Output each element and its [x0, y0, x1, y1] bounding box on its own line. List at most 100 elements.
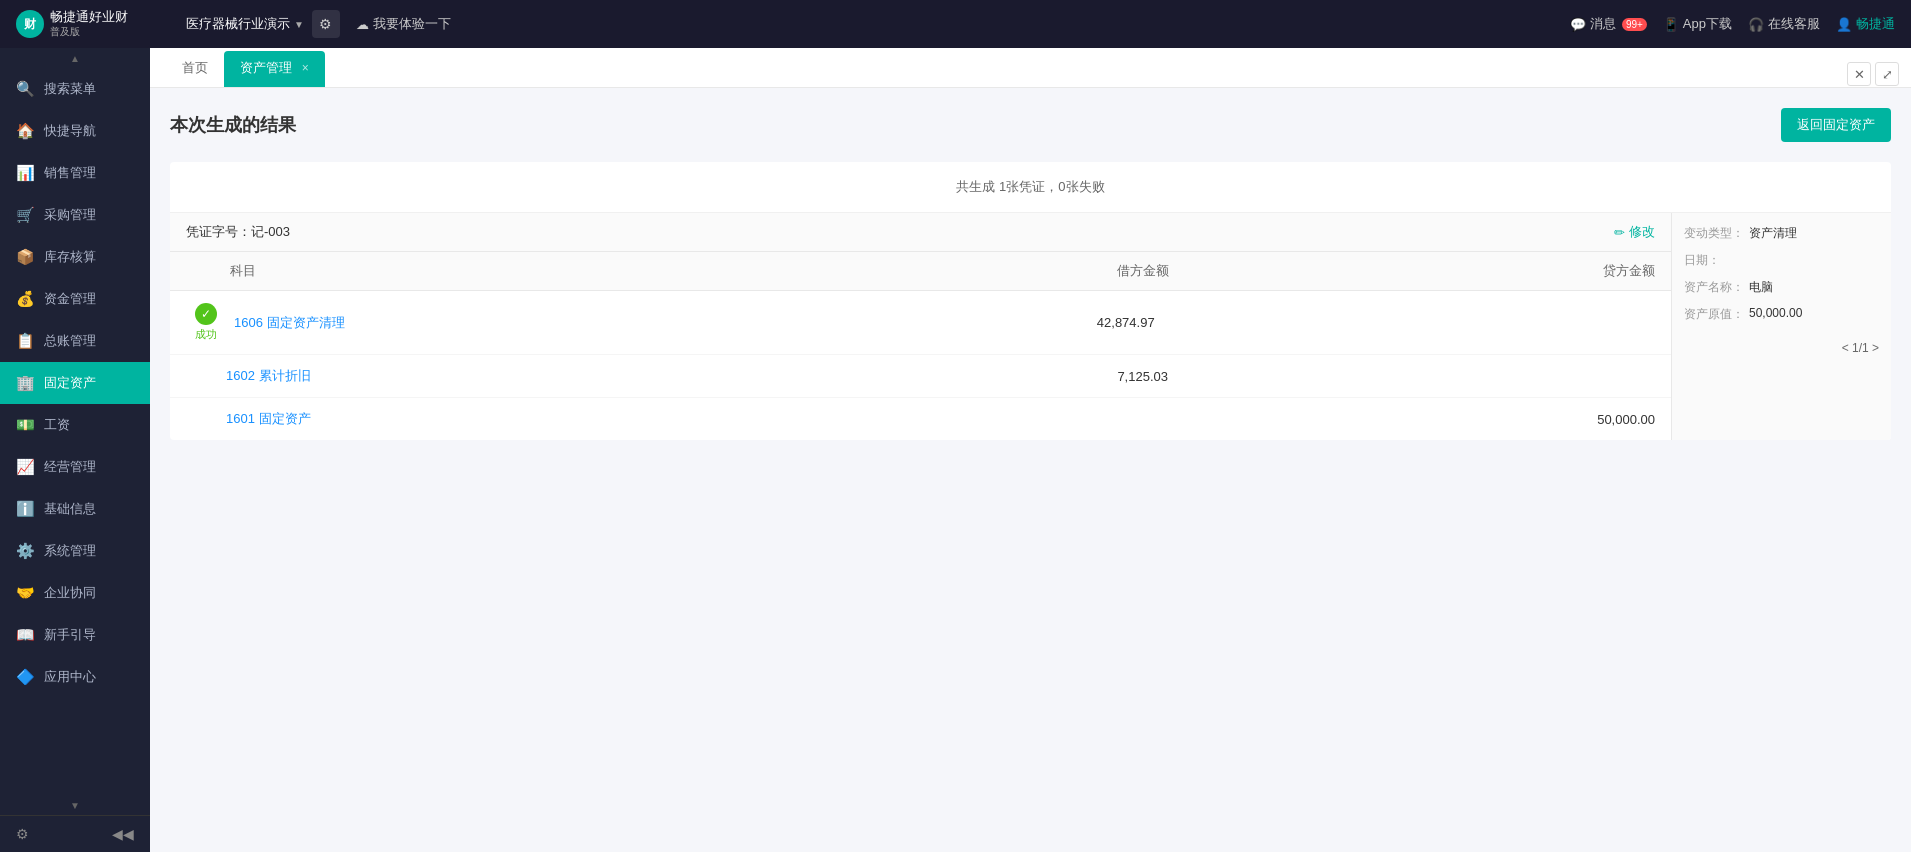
sidebar-item-label: 快捷导航 — [44, 122, 96, 140]
sidebar-item-quicknav[interactable]: 🏠 快捷导航 — [0, 110, 150, 152]
chart-icon: 📊 — [16, 164, 34, 182]
tab-home[interactable]: 首页 — [166, 51, 224, 87]
collapse-sidebar-icon[interactable]: ◀◀ — [112, 826, 134, 842]
sidebar-item-label: 新手引导 — [44, 626, 96, 644]
sidebar-item-finance[interactable]: 💰 资金管理 — [0, 278, 150, 320]
edit-label: 修改 — [1629, 223, 1655, 241]
voucher-main: 凭证字号：记-003 ✏ 修改 科目 借方 — [170, 213, 1671, 440]
sidebar-item-payroll[interactable]: 💵 工资 — [0, 404, 150, 446]
voucher-header-row: 凭证字号：记-003 ✏ 修改 — [170, 213, 1671, 252]
result-card: 共生成 1张凭证，0张失败 凭证字号：记-003 ✏ 修改 — [170, 162, 1891, 440]
mobile-icon: 📱 — [1663, 17, 1679, 32]
experience-button[interactable]: ☁ 我要体验一下 — [356, 15, 451, 33]
page-title: 本次生成的结果 — [170, 113, 296, 137]
banknote-icon: 💵 — [16, 416, 34, 434]
sidebar-item-appstore[interactable]: 🔷 应用中心 — [0, 656, 150, 698]
company-name: 医疗器械行业演示 — [186, 15, 290, 33]
pagination-label: < 1/1 > — [1842, 341, 1879, 355]
tab-asset-management[interactable]: 资产管理 × — [224, 51, 325, 87]
cell-credit-3: 50,000.00 — [1184, 400, 1671, 439]
change-type-value: 资产清理 — [1749, 225, 1797, 242]
back-to-fixed-assets-button[interactable]: 返回固定资产 — [1781, 108, 1891, 142]
message-button[interactable]: 💬 消息 99+ — [1570, 15, 1647, 33]
side-panel-asset-value: 资产原值： 50,000.00 — [1684, 306, 1879, 323]
gear-icon: ⚙️ — [16, 542, 34, 560]
sidebar-item-purchase[interactable]: 🛒 采购管理 — [0, 194, 150, 236]
side-panel-asset-name: 资产名称： 电脑 — [1684, 279, 1879, 296]
cell-subject-1: ✓ 成功 1606 固定资产清理 — [170, 291, 670, 354]
message-badge: 99+ — [1622, 18, 1647, 31]
close-window-button[interactable]: ✕ — [1847, 62, 1871, 86]
message-label: 消息 — [1590, 15, 1616, 33]
sidebar-item-fixed-assets[interactable]: 🏢 固定资产 — [0, 362, 150, 404]
sidebar-item-inventory[interactable]: 📦 库存核算 — [0, 236, 150, 278]
voucher-number: 凭证字号：记-003 — [186, 223, 290, 241]
user-icon: 👤 — [1836, 17, 1852, 32]
pagination[interactable]: < 1/1 > — [1684, 333, 1879, 355]
sidebar-scroll: 🔍 搜索菜单 🏠 快捷导航 📊 销售管理 🛒 采购管理 📦 库存核算 💰 — [0, 68, 150, 795]
trending-icon: 📈 — [16, 458, 34, 476]
summary-text: 共生成 1张凭证，0张失败 — [956, 179, 1104, 194]
cell-debit-1: 42,874.97 — [670, 303, 1170, 342]
side-panel-change-type: 变动类型： 资产清理 — [1684, 225, 1879, 242]
table-row: ✓ 成功 1606 固定资产清理 42,874.97 — [170, 291, 1671, 355]
user-area[interactable]: 👤 畅捷通 — [1836, 15, 1895, 33]
sidebar-item-guide[interactable]: 📖 新手引导 — [0, 614, 150, 656]
edit-icon: ✏ — [1614, 225, 1625, 240]
sidebar-item-sales[interactable]: 📊 销售管理 — [0, 152, 150, 194]
box-icon: 📦 — [16, 248, 34, 266]
settings-bottom-icon[interactable]: ⚙ — [16, 826, 29, 842]
sidebar-item-label: 库存核算 — [44, 248, 96, 266]
page-header: 本次生成的结果 返回固定资产 — [170, 108, 1891, 142]
cell-subject-2: 1602 累计折旧 — [170, 355, 697, 397]
search-icon: 🔍 — [16, 80, 34, 98]
sidebar-item-label: 总账管理 — [44, 332, 96, 350]
sidebar-scroll-up[interactable]: ▲ — [0, 48, 150, 68]
sidebar-item-ledger[interactable]: 📋 总账管理 — [0, 320, 150, 362]
asset-value-value: 50,000.00 — [1749, 306, 1802, 323]
subject-link-2[interactable]: 1602 累计折旧 — [226, 367, 311, 385]
sidebar-item-basic-info[interactable]: ℹ️ 基础信息 — [0, 488, 150, 530]
sidebar-item-label: 应用中心 — [44, 668, 96, 686]
cell-subject-3: 1601 固定资产 — [170, 398, 697, 440]
change-type-label: 变动类型： — [1684, 225, 1749, 242]
maximize-window-button[interactable]: ⤢ — [1875, 62, 1899, 86]
edit-voucher-button[interactable]: ✏ 修改 — [1614, 223, 1655, 241]
user-name: 畅捷通 — [1856, 15, 1895, 33]
tab-bar: 首页 资产管理 × — [150, 48, 1911, 88]
cell-debit-2: 7,125.03 — [697, 357, 1184, 396]
cloud-icon: ☁ — [356, 17, 369, 32]
main-layout: ▲ 🔍 搜索菜单 🏠 快捷导航 📊 销售管理 🛒 采购管理 📦 库存核算 — [0, 48, 1911, 852]
building-icon: 🏢 — [16, 374, 34, 392]
sidebar-item-business[interactable]: 📈 经营管理 — [0, 446, 150, 488]
sidebar-item-search[interactable]: 🔍 搜索菜单 — [0, 68, 150, 110]
app-download-button[interactable]: 📱 App下载 — [1663, 15, 1732, 33]
sidebar-scroll-down[interactable]: ▼ — [0, 795, 150, 815]
sidebar-item-label: 资金管理 — [44, 290, 96, 308]
cell-debit-3 — [697, 407, 1184, 431]
check-icon: ✓ — [195, 303, 217, 325]
voucher-section: 凭证字号：记-003 ✏ 修改 科目 借方 — [170, 213, 1891, 440]
online-service-button[interactable]: 🎧 在线客服 — [1748, 15, 1820, 33]
sidebar-item-cooperation[interactable]: 🤝 企业协同 — [0, 572, 150, 614]
cell-credit-1 — [1171, 311, 1671, 335]
app-edition: 普及版 — [50, 25, 128, 39]
subject-link-1[interactable]: 1606 固定资产清理 — [234, 314, 345, 332]
subject-link-3[interactable]: 1601 固定资产 — [226, 410, 311, 428]
sidebar-item-label: 经营管理 — [44, 458, 96, 476]
settings-icon[interactable]: ⚙ — [312, 10, 340, 38]
headset-icon: 🎧 — [1748, 17, 1764, 32]
app-download-label: App下载 — [1683, 15, 1732, 33]
header-debit: 借方金额 — [700, 252, 1186, 290]
company-selector[interactable]: 医疗器械行业演示 ▼ — [186, 15, 304, 33]
online-service-label: 在线客服 — [1768, 15, 1820, 33]
chevron-down-icon: ▼ — [294, 19, 304, 30]
sidebar-item-label: 企业协同 — [44, 584, 96, 602]
tab-close-icon[interactable]: × — [302, 61, 309, 75]
cell-credit-2 — [1184, 364, 1671, 388]
sidebar-item-label: 固定资产 — [44, 374, 96, 392]
clipboard-icon: 📋 — [16, 332, 34, 350]
sidebar-item-system[interactable]: ⚙️ 系统管理 — [0, 530, 150, 572]
book-icon: 📖 — [16, 626, 34, 644]
home-icon: 🏠 — [16, 122, 34, 140]
